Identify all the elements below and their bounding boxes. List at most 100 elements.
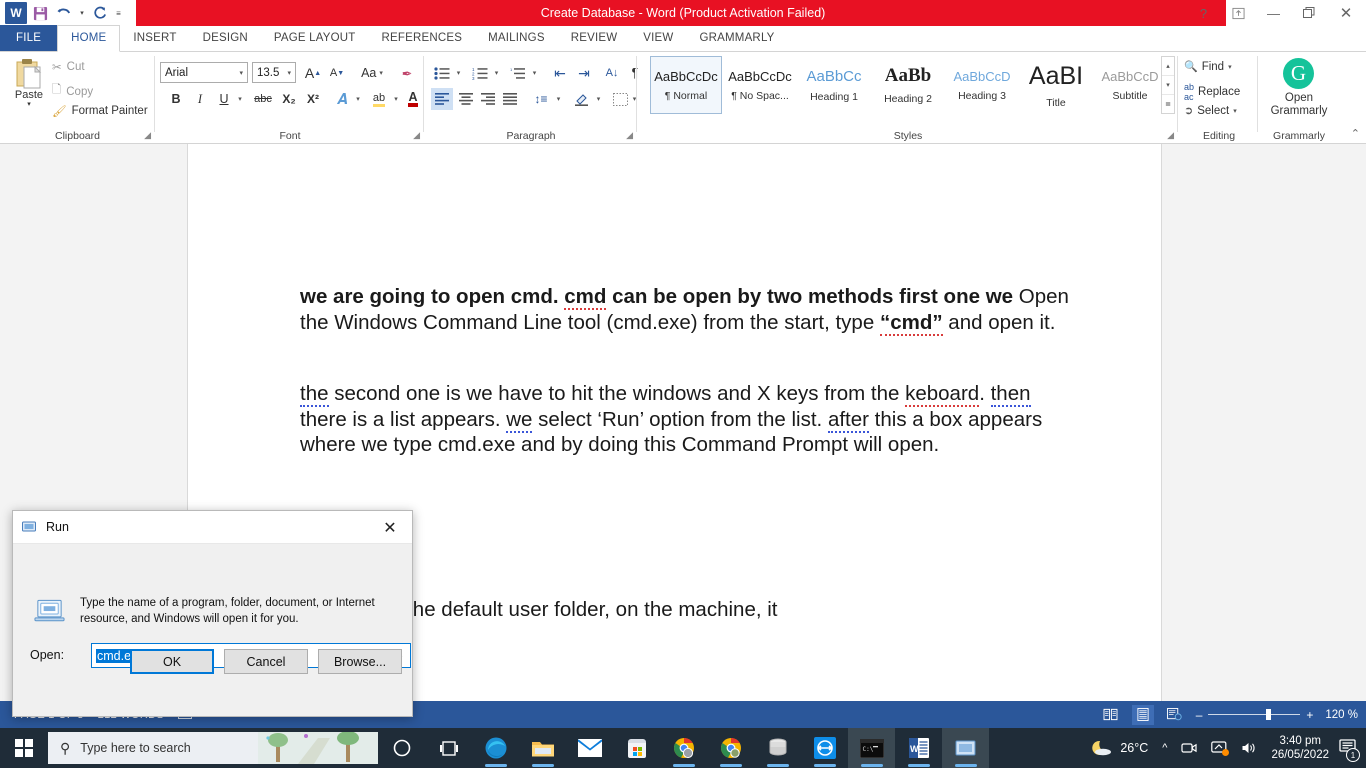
undo-dropdown-icon[interactable]: ▾ [77, 2, 87, 24]
document-paragraph-1[interactable]: we are going to open cmd. cmd can be ope… [300, 284, 1070, 336]
zoom-slider[interactable]: – + [1196, 708, 1314, 722]
zoom-in-button[interactable]: + [1306, 708, 1313, 722]
chrome-profile-icon[interactable] [660, 728, 707, 768]
shading-dropdown-icon[interactable]: ▾ [593, 88, 604, 110]
multilevel-list-icon[interactable]: 1 [507, 62, 529, 84]
microsoft-store-icon[interactable] [613, 728, 660, 768]
align-right-icon[interactable] [477, 88, 499, 110]
document-paragraph-3[interactable]: will open in the default user folder, on… [300, 597, 1070, 648]
volume-icon[interactable] [1241, 741, 1258, 755]
start-icon[interactable] [0, 728, 48, 768]
tab-review[interactable]: REVIEW [558, 25, 631, 51]
styles-scroll-down-icon[interactable]: ▾ [1162, 76, 1174, 95]
teamviewer-icon[interactable] [801, 728, 848, 768]
font-size-input[interactable]: 13.5 ▾ [252, 62, 296, 83]
style-no-spacing[interactable]: AaBbCcDc ¶ No Spac... [724, 56, 796, 114]
camera-icon[interactable] [1181, 741, 1198, 755]
notifications-icon[interactable]: 1 [1339, 739, 1360, 762]
clipboard-dialog-launcher[interactable]: ◢ [144, 130, 151, 141]
paste-button[interactable]: Paste ▾ [8, 56, 50, 120]
justify-icon[interactable] [499, 88, 521, 110]
underline-dropdown-icon[interactable]: ▾ [234, 88, 246, 110]
underline-button[interactable]: U [214, 88, 234, 110]
clock[interactable]: 3:40 pm 26/05/2022 [1271, 734, 1329, 762]
web-layout-icon[interactable] [1164, 705, 1186, 725]
line-spacing-icon[interactable]: ↕≡ [529, 88, 553, 110]
font-name-input[interactable]: Arial ▾ [160, 62, 248, 83]
task-view-icon[interactable] [425, 728, 472, 768]
mysql-workbench-icon[interactable] [754, 728, 801, 768]
screen-share-icon[interactable] [1211, 741, 1230, 756]
numbering-dropdown-icon[interactable]: ▾ [491, 62, 502, 84]
borders-icon[interactable] [609, 88, 631, 110]
tab-mailings[interactable]: MAILINGS [475, 25, 558, 51]
strikethrough-button[interactable]: abc [250, 88, 276, 110]
temperature-label[interactable]: 26°C [1120, 741, 1148, 755]
read-mode-icon[interactable] [1100, 705, 1122, 725]
document-paragraph-2[interactable]: the second one is we have to hit the win… [300, 381, 1075, 458]
change-case-button[interactable]: Aa ▾ [354, 62, 390, 84]
font-size-dropdown-icon[interactable]: ▾ [287, 69, 291, 77]
increase-indent-icon[interactable]: ⇥ [573, 62, 595, 84]
text-effects-dropdown-icon[interactable]: ▾ [352, 88, 364, 110]
style-subtitle[interactable]: AaBbCcD Subtitle [1094, 56, 1166, 114]
run-cancel-button[interactable]: Cancel [224, 649, 308, 674]
customize-qat-icon[interactable]: ≡ [113, 2, 124, 24]
help-button[interactable]: ? [1186, 0, 1221, 26]
run-close-button[interactable]: ✕ [368, 511, 412, 544]
cut-button[interactable]: ✂ Cut [52, 60, 85, 74]
decrease-indent-icon[interactable]: ⇤ [549, 62, 571, 84]
sort-icon[interactable]: A↓ [601, 62, 623, 84]
styles-scroll-up-icon[interactable]: ▴ [1162, 57, 1174, 76]
subscript-button[interactable]: X₂ [278, 88, 300, 110]
numbering-icon[interactable]: 123 [469, 62, 491, 84]
tab-page-layout[interactable]: PAGE LAYOUT [261, 25, 369, 51]
style-normal[interactable]: AaBbCcDc ¶ Normal [650, 56, 722, 114]
select-dropdown-icon[interactable]: ▾ [1233, 107, 1237, 115]
select-button[interactable]: ➲ Select ▾ [1184, 104, 1237, 118]
style-heading-2[interactable]: AaBb Heading 2 [872, 56, 944, 114]
zoom-track[interactable] [1208, 709, 1301, 720]
format-painter-button[interactable]: 🖌 Format Painter [52, 104, 148, 118]
close-button[interactable]: ✕ [1326, 0, 1366, 26]
tab-grammarly[interactable]: GRAMMARLY [686, 25, 787, 51]
tab-insert[interactable]: INSERT [120, 25, 189, 51]
replace-button[interactable]: ab ac Replace [1184, 82, 1240, 102]
paragraph-dialog-launcher[interactable]: ◢ [626, 130, 633, 141]
ribbon-display-options-icon[interactable] [1221, 0, 1256, 26]
style-heading-3[interactable]: AaBbCcD Heading 3 [946, 56, 1018, 114]
find-button[interactable]: 🔍 Find ▾ [1184, 60, 1232, 74]
shrink-font-button[interactable]: A ▼ [326, 62, 348, 84]
zoom-out-button[interactable]: – [1196, 708, 1203, 722]
tab-home[interactable]: HOME [57, 25, 121, 52]
run-browse-button[interactable]: Browse... [318, 649, 402, 674]
highlight-dropdown-icon[interactable]: ▾ [390, 88, 402, 110]
paste-dropdown-icon[interactable]: ▾ [27, 101, 31, 109]
italic-button[interactable]: I [190, 88, 210, 110]
find-dropdown-icon[interactable]: ▾ [1228, 63, 1232, 71]
styles-more-icon[interactable]: ≣ [1162, 95, 1174, 113]
run-ok-button[interactable]: OK [130, 649, 214, 674]
multilevel-dropdown-icon[interactable]: ▾ [529, 62, 540, 84]
save-icon[interactable] [29, 2, 51, 24]
word-icon[interactable]: W [895, 728, 942, 768]
grow-font-button[interactable]: A ▲ [302, 62, 324, 84]
grammarly-logo-icon[interactable]: G [1283, 58, 1314, 89]
bold-button[interactable]: B [166, 88, 186, 110]
restore-button[interactable] [1291, 0, 1326, 26]
bullets-icon[interactable] [431, 62, 453, 84]
tab-view[interactable]: VIEW [630, 25, 686, 51]
search-input[interactable]: ⚲ Type here to search [48, 732, 378, 764]
run-dialog-icon[interactable] [942, 728, 989, 768]
shading-icon[interactable] [571, 88, 593, 110]
redo-icon[interactable] [89, 2, 111, 24]
style-title[interactable]: AaBІ Title [1020, 56, 1092, 114]
microsoft-edge-icon[interactable] [472, 728, 519, 768]
file-explorer-icon[interactable] [519, 728, 566, 768]
text-effects-icon[interactable]: 𝑨 [332, 88, 352, 110]
zoom-thumb[interactable] [1266, 709, 1272, 720]
tab-references[interactable]: REFERENCES [369, 25, 476, 51]
print-layout-icon[interactable] [1131, 704, 1154, 725]
cortana-icon[interactable] [378, 728, 425, 768]
collapse-ribbon-icon[interactable]: ⌃ [1351, 127, 1360, 140]
